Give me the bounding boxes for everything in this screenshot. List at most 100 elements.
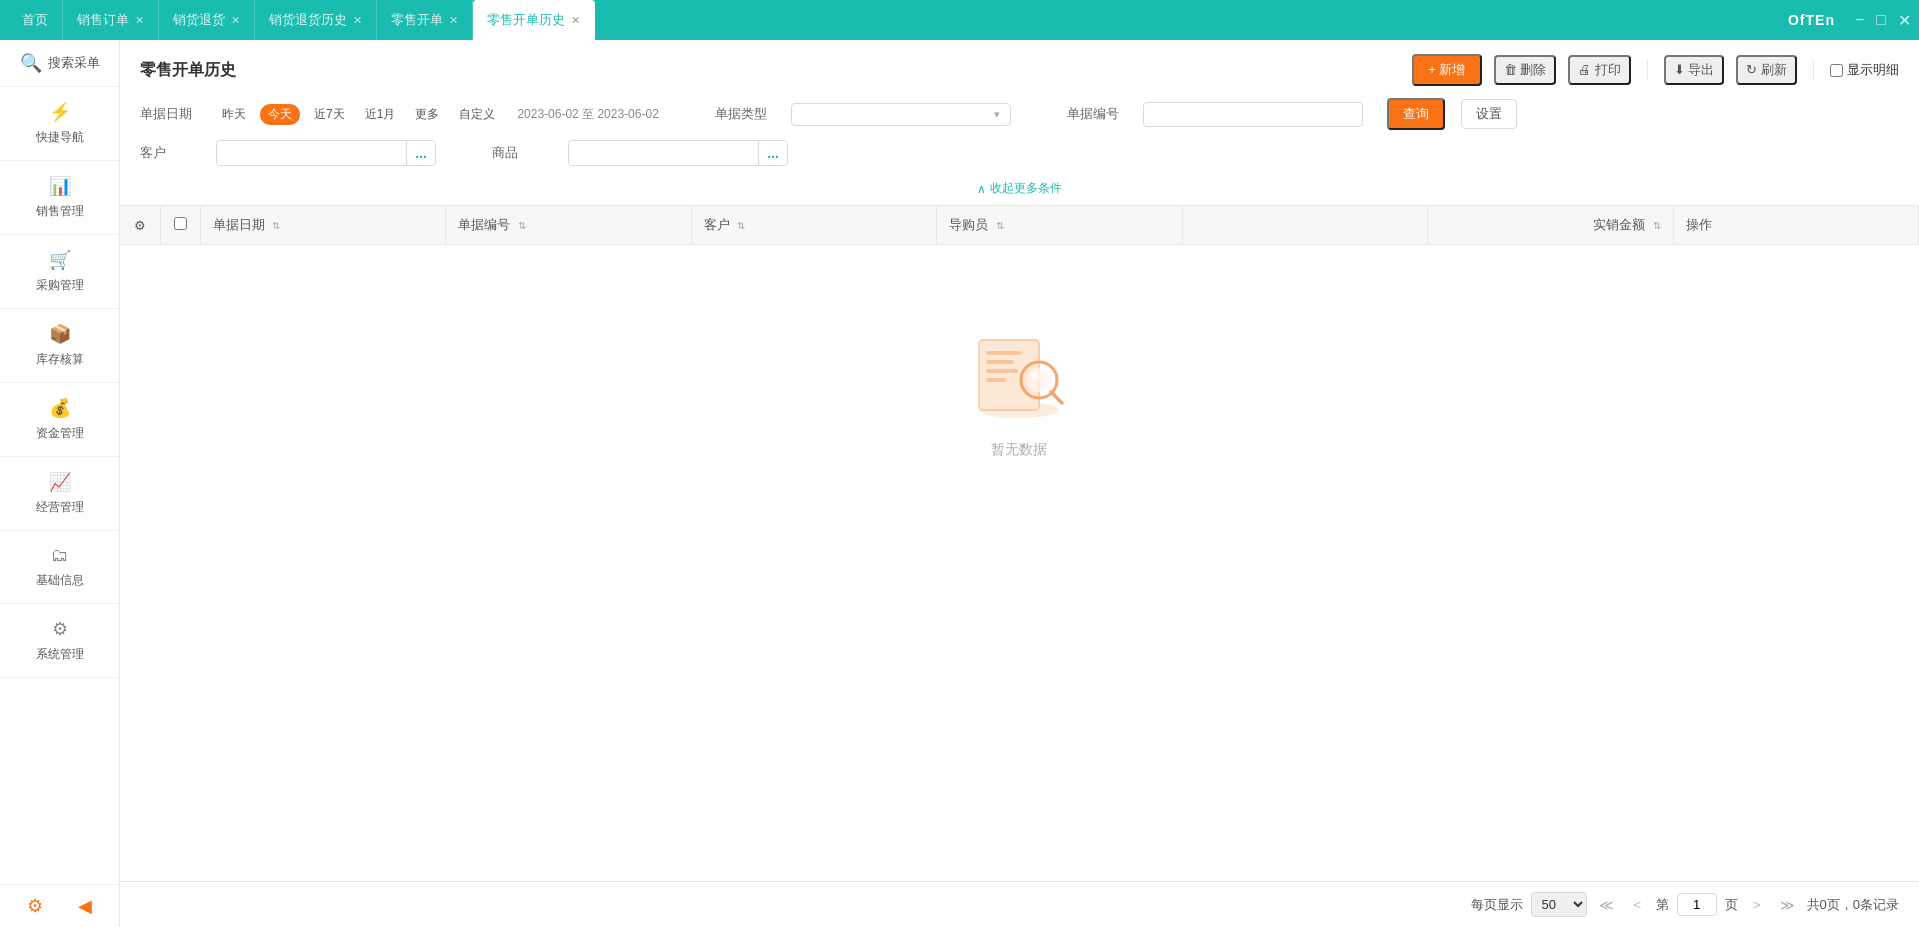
svg-rect-5 bbox=[986, 378, 1006, 382]
type-select[interactable] bbox=[791, 103, 1011, 126]
tab-retail-history[interactable]: 零售开单历史 ✕ bbox=[473, 0, 595, 40]
page-label-prefix: 第 bbox=[1656, 896, 1669, 914]
tab-retail-order[interactable]: 零售开单 ✕ bbox=[377, 0, 473, 40]
maximize-btn[interactable]: □ bbox=[1876, 11, 1886, 29]
settings-button[interactable]: 设置 bbox=[1461, 99, 1517, 129]
svg-rect-4 bbox=[986, 369, 1018, 373]
customer-input[interactable] bbox=[217, 142, 406, 165]
delete-button[interactable]: 🗑 删除 bbox=[1494, 55, 1557, 85]
tab-sales-return-history-close[interactable]: ✕ bbox=[353, 14, 362, 27]
add-button[interactable]: + 新增 bbox=[1412, 54, 1481, 86]
svg-point-9 bbox=[1031, 372, 1039, 380]
col-settings[interactable]: ⚙ bbox=[120, 206, 160, 245]
col-date[interactable]: 单据日期 ⇅ bbox=[200, 206, 446, 245]
minimize-btn[interactable]: − bbox=[1855, 11, 1864, 29]
sidebar-bottom: ⚙ ◀ bbox=[0, 884, 119, 927]
page-title-row: 零售开单历史 + 新增 🗑 删除 🖨 打印 ⬇ 导出 ↻ 刷新 显示明细 bbox=[140, 54, 1899, 86]
tab-home-label: 首页 bbox=[22, 11, 48, 29]
inventory-icon: 📦 bbox=[49, 323, 71, 345]
col-guide-label: 导购员 bbox=[949, 217, 988, 232]
date-range-text: 2023-06-02 至 2023-06-02 bbox=[517, 106, 658, 123]
svg-rect-2 bbox=[986, 351, 1021, 355]
page-label-suffix: 页 bbox=[1725, 896, 1738, 914]
first-page-btn[interactable]: ≪ bbox=[1595, 895, 1618, 915]
export-button[interactable]: ⬇ 导出 bbox=[1664, 55, 1725, 85]
page-input[interactable] bbox=[1677, 893, 1717, 916]
last-page-btn[interactable]: ≫ bbox=[1776, 895, 1799, 915]
sidebar-finance-label: 资金管理 bbox=[36, 425, 84, 442]
tab-retail-order-label: 零售开单 bbox=[391, 11, 443, 29]
empty-area: 暂无数据 bbox=[120, 245, 1919, 539]
print-button[interactable]: 🖨 打印 bbox=[1568, 55, 1631, 85]
collapse-up-icon: ∧ bbox=[977, 182, 986, 196]
page-header: 零售开单历史 + 新增 🗑 删除 🖨 打印 ⬇ 导出 ↻ 刷新 显示明细 bbox=[120, 40, 1919, 206]
close-btn[interactable]: ✕ bbox=[1898, 11, 1911, 30]
date-btn-custom[interactable]: 自定义 bbox=[453, 104, 501, 125]
sidebar-item-finance[interactable]: 💰 资金管理 bbox=[0, 383, 119, 457]
prev-page-btn[interactable]: ＜ bbox=[1626, 894, 1648, 916]
settings-bottom-icon[interactable]: ⚙ bbox=[27, 895, 43, 917]
brand-name: OfTEn bbox=[1788, 12, 1835, 28]
finance-icon: 💰 bbox=[49, 397, 71, 419]
empty-illustration bbox=[959, 325, 1079, 425]
search-icon: 🔍 bbox=[20, 52, 42, 74]
date-btn-yesterday[interactable]: 昨天 bbox=[216, 104, 252, 125]
goods-input[interactable] bbox=[569, 142, 758, 165]
query-button[interactable]: 查询 bbox=[1387, 98, 1445, 130]
col-amount[interactable]: 实销金额 ⇅ bbox=[1428, 206, 1674, 245]
tab-sales-return-history[interactable]: 销货退货历史 ✕ bbox=[255, 0, 377, 40]
date-btn-today[interactable]: 今天 bbox=[260, 104, 300, 125]
col-spacer bbox=[1182, 206, 1428, 245]
main-layout: 🔍 搜索采单 ⚡ 快捷导航 📊 销售管理 🛒 采购管理 📦 库存核算 💰 资金管… bbox=[0, 40, 1919, 927]
sidebar-item-search[interactable]: 🔍 搜索采单 bbox=[0, 40, 119, 87]
collapse-btn[interactable]: ∧ 收起更多条件 bbox=[140, 176, 1899, 205]
sidebar-item-quick-nav[interactable]: ⚡ 快捷导航 bbox=[0, 87, 119, 161]
date-btn-more[interactable]: 更多 bbox=[409, 104, 445, 125]
col-checkbox[interactable] bbox=[160, 206, 200, 245]
page-title: 零售开单历史 bbox=[140, 60, 236, 81]
sidebar-item-purchase-mgmt[interactable]: 🛒 采购管理 bbox=[0, 235, 119, 309]
display-cols-checkbox[interactable] bbox=[1830, 64, 1843, 77]
per-page-select[interactable]: 10 20 50 100 bbox=[1531, 892, 1587, 917]
customer-dots-btn[interactable]: ... bbox=[406, 141, 435, 165]
quick-nav-icon: ⚡ bbox=[49, 101, 71, 123]
tab-retail-order-close[interactable]: ✕ bbox=[449, 14, 458, 27]
goods-label: 商品 bbox=[492, 144, 552, 162]
tab-sales-order[interactable]: 销售订单 ✕ bbox=[63, 0, 159, 40]
col-customer[interactable]: 客户 ⇅ bbox=[691, 206, 937, 245]
col-guide[interactable]: 导购员 ⇅ bbox=[937, 206, 1183, 245]
table-empty-cell: 暂无数据 bbox=[120, 245, 1919, 540]
order-no-input[interactable] bbox=[1143, 102, 1363, 127]
tab-retail-history-close[interactable]: ✕ bbox=[571, 14, 580, 27]
data-table: ⚙ 单据日期 ⇅ 单据编号 ⇅ 客户 bbox=[120, 206, 1919, 539]
date-btn-1month[interactable]: 近1月 bbox=[359, 104, 402, 125]
sidebar-item-ops-mgmt[interactable]: 📈 经营管理 bbox=[0, 457, 119, 531]
table-container: ⚙ 单据日期 ⇅ 单据编号 ⇅ 客户 bbox=[120, 206, 1919, 881]
goods-dots-btn[interactable]: ... bbox=[758, 141, 787, 165]
sidebar-sales-mgmt-label: 销售管理 bbox=[36, 203, 84, 220]
next-page-btn[interactable]: ＞ bbox=[1746, 894, 1768, 916]
table-header-row: ⚙ 单据日期 ⇅ 单据编号 ⇅ 客户 bbox=[120, 206, 1919, 245]
ops-mgmt-icon: 📈 bbox=[49, 471, 71, 493]
empty-text: 暂无数据 bbox=[991, 441, 1047, 459]
collapse-sidebar-icon[interactable]: ◀ bbox=[78, 895, 92, 917]
sidebar-item-sys-mgmt[interactable]: ⚙ 系统管理 bbox=[0, 604, 119, 678]
tab-sales-return-close[interactable]: ✕ bbox=[231, 14, 240, 27]
select-all-checkbox[interactable] bbox=[174, 217, 187, 230]
refresh-button[interactable]: ↻ 刷新 bbox=[1736, 55, 1797, 85]
tab-sales-order-close[interactable]: ✕ bbox=[135, 14, 144, 27]
pagination-bar: 每页显示 10 20 50 100 ≪ ＜ 第 页 ＞ ≫ 共0页，0条记录 bbox=[120, 881, 1919, 927]
sidebar-item-sales-mgmt[interactable]: 📊 销售管理 bbox=[0, 161, 119, 235]
table-header: ⚙ 单据日期 ⇅ 单据编号 ⇅ 客户 bbox=[120, 206, 1919, 245]
display-cols-label[interactable]: 显示明细 bbox=[1830, 61, 1899, 79]
col-no[interactable]: 单据编号 ⇅ bbox=[446, 206, 692, 245]
col-guide-sort-icon: ⇅ bbox=[996, 220, 1004, 231]
sidebar-item-inventory[interactable]: 📦 库存核算 bbox=[0, 309, 119, 383]
sys-mgmt-icon: ⚙ bbox=[52, 618, 68, 640]
total-text: 共0页，0条记录 bbox=[1807, 896, 1899, 914]
top-bar: 首页 销售订单 ✕ 销货退货 ✕ 销货退货历史 ✕ 零售开单 ✕ 零售开单历史 … bbox=[0, 0, 1919, 40]
tab-home[interactable]: 首页 bbox=[8, 0, 63, 40]
tab-sales-return[interactable]: 销货退货 ✕ bbox=[159, 0, 255, 40]
date-btn-7days[interactable]: 近7天 bbox=[308, 104, 351, 125]
sidebar-item-basic-info[interactable]: 🗂 基础信息 bbox=[0, 531, 119, 604]
